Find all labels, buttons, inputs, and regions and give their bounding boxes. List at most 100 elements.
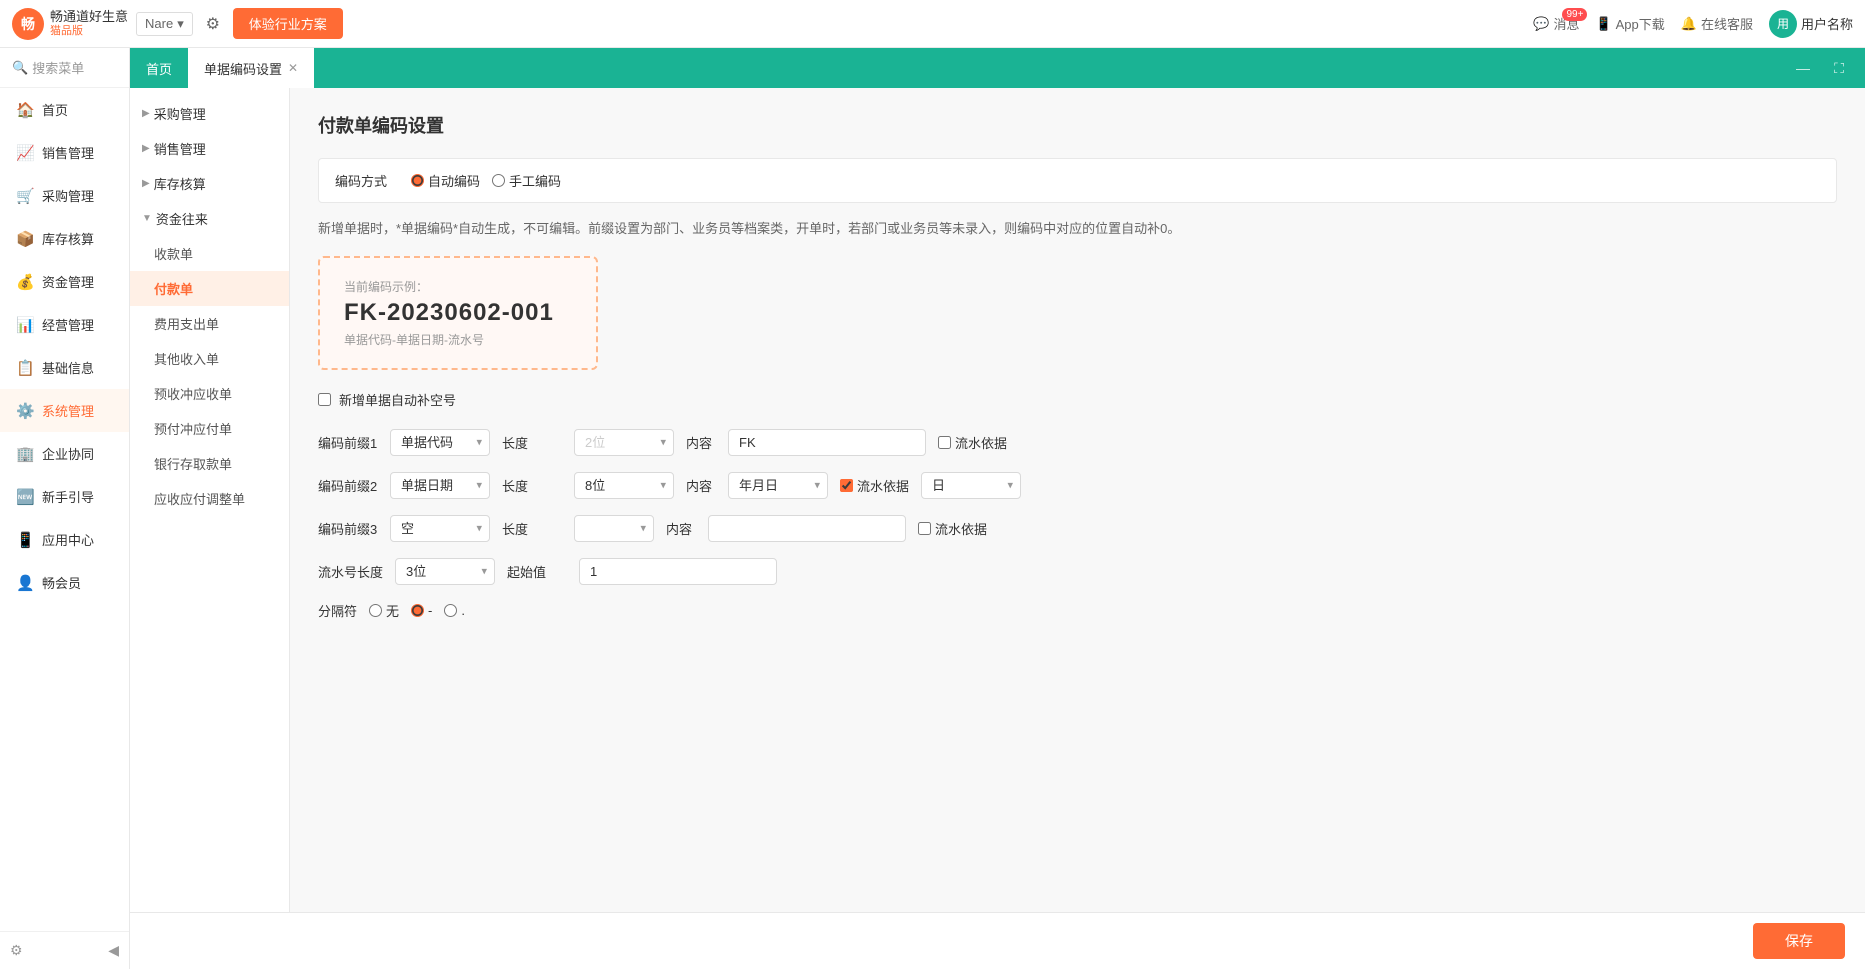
- stream1-checkbox-wrapper[interactable]: 流水依据: [938, 433, 1007, 452]
- length3-select[interactable]: [574, 515, 654, 542]
- sidebar-search[interactable]: 🔍 搜索菜单: [0, 48, 129, 88]
- sidebar-item-enterprise[interactable]: 🏢 企业协同: [0, 432, 129, 475]
- message-item[interactable]: 💬 消息 99+: [1533, 14, 1579, 33]
- app-download-item[interactable]: 📱 App下载: [1595, 14, 1664, 33]
- home-icon: 🏠: [16, 101, 34, 119]
- content2-select-wrapper: 年月日: [728, 472, 828, 499]
- serial-row: 流水号长度 3位 起始值: [318, 558, 1837, 585]
- sidebar-item-member[interactable]: 👤 畅会员: [0, 561, 129, 604]
- stream1-checkbox[interactable]: [938, 436, 951, 449]
- tab-encoding[interactable]: 单据编码设置 ✕: [188, 48, 314, 88]
- stock-icon: 📦: [16, 230, 34, 248]
- stream2-checkbox-wrapper[interactable]: 流水依据: [840, 476, 909, 495]
- info-text: 新增单据时，*单据编码*自动生成，不可编辑。前缀设置为部门、业务员等档案类，开单…: [318, 219, 1837, 240]
- prefix1-select[interactable]: 单据代码: [390, 429, 490, 456]
- manual-encode-option[interactable]: 手工编码: [492, 171, 561, 190]
- prefix3-select[interactable]: 空: [390, 515, 490, 542]
- nav-sub-prepay[interactable]: 预付冲应付单: [130, 411, 289, 446]
- gear-icon[interactable]: ⚙: [199, 10, 227, 38]
- sidebar-item-home[interactable]: 🏠 首页: [0, 88, 129, 131]
- trial-button[interactable]: 体验行业方案: [233, 8, 343, 39]
- arrow-right-icon3: ▶: [142, 178, 150, 189]
- appcenter-icon: 📱: [16, 531, 34, 549]
- length1-select[interactable]: 2位: [574, 429, 674, 456]
- sidebar-item-system[interactable]: ⚙️ 系统管理: [0, 389, 129, 432]
- purchase-icon: 🛒: [16, 187, 34, 205]
- tab-home[interactable]: 首页: [130, 48, 188, 88]
- topbar-dropdown[interactable]: Nare ▾: [136, 12, 193, 36]
- nav-sub-other-income[interactable]: 其他收入单: [130, 341, 289, 376]
- tab-minimize-icon[interactable]: —: [1789, 54, 1817, 82]
- sidebar-item-finance[interactable]: 💰 资金管理: [0, 260, 129, 303]
- page-title: 付款单编码设置: [318, 112, 1837, 138]
- sidebar-item-newguide[interactable]: 🆕 新手引导: [0, 475, 129, 518]
- sep-none-option[interactable]: 无: [369, 601, 399, 620]
- sep-dot-radio[interactable]: [444, 604, 457, 617]
- left-nav: ▶ 采购管理 ▶ 销售管理 ▶ 库存核算: [130, 88, 290, 912]
- main-container: 🔍 搜索菜单 🏠 首页 📈 销售管理 🛒 采购管理 📦 库存: [0, 48, 1865, 969]
- length2-select[interactable]: 8位: [574, 472, 674, 499]
- service-icon: 🔔: [1681, 16, 1697, 32]
- sidebar-item-operation[interactable]: 📊 经营管理: [0, 303, 129, 346]
- length2-select-wrapper: 8位: [574, 472, 674, 499]
- bottom-bar: 保存: [130, 912, 1865, 969]
- topbar-left: 畅 畅通道好生意 猫品版 Nare ▾ ⚙ 体验行业方案: [12, 8, 343, 40]
- manual-encode-radio[interactable]: [492, 174, 505, 187]
- sep-dot-option[interactable]: .: [444, 603, 465, 618]
- serial-length-select[interactable]: 3位: [395, 558, 495, 585]
- online-service-item[interactable]: 🔔 在线客服: [1681, 14, 1753, 33]
- sep-dash-option[interactable]: -: [411, 603, 432, 618]
- sidebar-item-sales[interactable]: 📈 销售管理: [0, 131, 129, 174]
- nav-sub-adjust[interactable]: 应收应付调整单: [130, 481, 289, 516]
- nav-sub-payment[interactable]: 付款单: [130, 271, 289, 306]
- sidebar-item-purchase[interactable]: 🛒 采购管理: [0, 174, 129, 217]
- collapse-icon[interactable]: ◀: [108, 942, 119, 959]
- enterprise-icon: 🏢: [16, 445, 34, 463]
- code-preview: 当前编码示例： FK-20230602-001 单据代码-单据日期-流水号: [318, 256, 598, 370]
- nav-group-title-stock[interactable]: ▶ 库存核算: [130, 166, 289, 201]
- stream3-checkbox[interactable]: [918, 522, 931, 535]
- nav-group-title-capital[interactable]: ▼ 资金往来: [130, 201, 289, 236]
- nav-sub-expense[interactable]: 费用支出单: [130, 306, 289, 341]
- nav-sub-precharge[interactable]: 预收冲应收单: [130, 376, 289, 411]
- user-info[interactable]: 用 用户名称: [1769, 10, 1853, 38]
- topbar-nav: Nare ▾ ⚙ 体验行业方案: [136, 8, 343, 39]
- tab-maximize-icon[interactable]: ⛶: [1825, 54, 1853, 82]
- code-preview-label: 当前编码示例：: [344, 278, 572, 295]
- content-area: 首页 单据编码设置 ✕ — ⛶ ▶ 采购管理: [130, 48, 1865, 969]
- stream2-checkbox[interactable]: [840, 479, 853, 492]
- topbar-right: 💬 消息 99+ 📱 App下载 🔔 在线客服 用 用户名称: [1533, 10, 1853, 38]
- auto-encode-option[interactable]: 自动编码: [411, 171, 480, 190]
- auto-encode-radio[interactable]: [411, 174, 424, 187]
- content3-input[interactable]: [708, 515, 906, 542]
- message-badge: 99+: [1562, 8, 1587, 21]
- prefix3-row: 编码前缀3 空 长度 内容: [318, 515, 1837, 542]
- auto-fill-checkbox[interactable]: [318, 393, 331, 406]
- nav-group-capital: ▼ 资金往来 收款单 付款单 费用支出单 其他收入单 预收冲应收单 预付冲应付单…: [130, 201, 289, 516]
- nav-group-title-sales[interactable]: ▶ 销售管理: [130, 131, 289, 166]
- start-value-input[interactable]: [579, 558, 777, 585]
- sidebar-item-stock[interactable]: 📦 库存核算: [0, 217, 129, 260]
- content1-input[interactable]: [728, 429, 926, 456]
- length1-select-wrapper: 2位: [574, 429, 674, 456]
- sep-dash-radio[interactable]: [411, 604, 424, 617]
- content2-label: 内容: [686, 476, 716, 495]
- settings-icon[interactable]: ⚙: [10, 942, 23, 959]
- arrow-down-icon: ▼: [142, 213, 152, 224]
- search-icon: 🔍: [12, 60, 28, 76]
- tab-close-icon[interactable]: ✕: [288, 61, 298, 75]
- stream2-unit-select[interactable]: 日: [921, 472, 1021, 499]
- nav-sub-receipt[interactable]: 收款单: [130, 236, 289, 271]
- save-button[interactable]: 保存: [1753, 923, 1845, 959]
- sidebar-item-base[interactable]: 📋 基础信息: [0, 346, 129, 389]
- sidebar-item-appcenter[interactable]: 📱 应用中心: [0, 518, 129, 561]
- nav-group-title-purchase[interactable]: ▶ 采购管理: [130, 96, 289, 131]
- code-preview-value: FK-20230602-001: [344, 299, 572, 327]
- stream3-checkbox-wrapper[interactable]: 流水依据: [918, 519, 987, 538]
- tab-bar: 首页 单据编码设置 ✕ — ⛶: [130, 48, 1865, 88]
- sep-none-radio[interactable]: [369, 604, 382, 617]
- prefix2-select[interactable]: 单据日期: [390, 472, 490, 499]
- content2-select[interactable]: 年月日: [728, 472, 828, 499]
- nav-sub-bank[interactable]: 银行存取款单: [130, 446, 289, 481]
- prefix2-select-wrapper: 单据日期: [390, 472, 490, 499]
